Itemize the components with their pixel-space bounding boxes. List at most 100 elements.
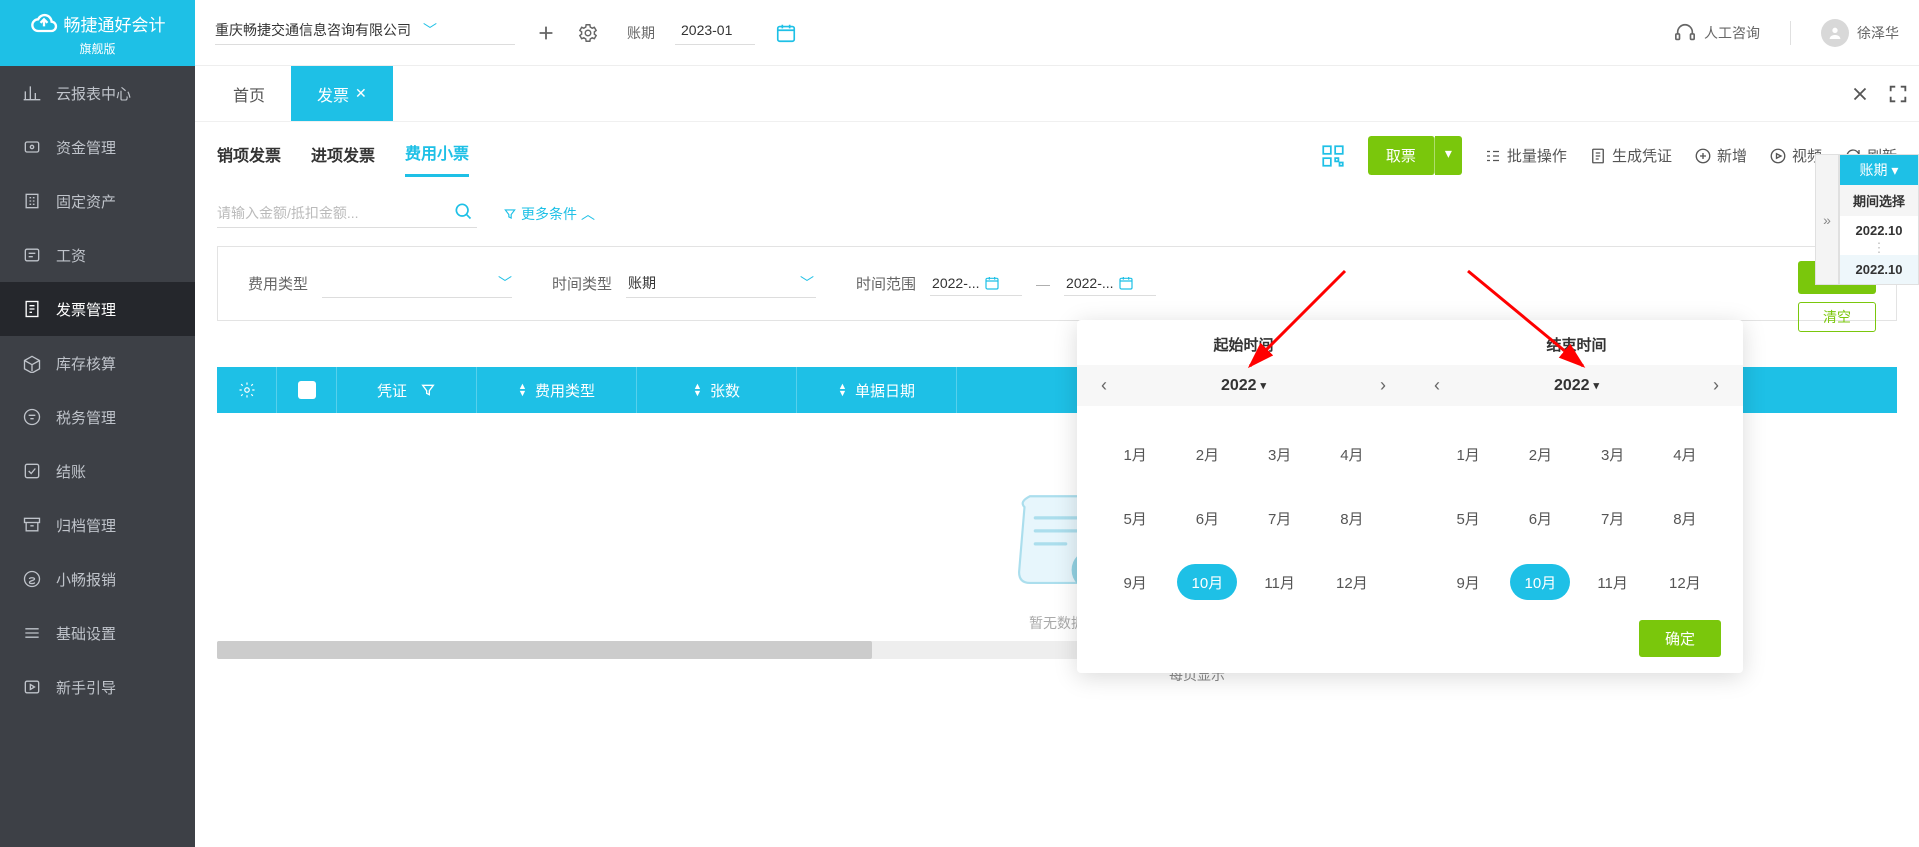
qrcode-icon[interactable] [1320, 143, 1346, 169]
more-filters-toggle[interactable]: 更多条件 ︿ [503, 204, 595, 224]
sub-tab[interactable]: 进项发票 [311, 142, 375, 176]
close-icon[interactable] [1849, 83, 1871, 105]
strip-collapse-button[interactable]: » [1815, 154, 1839, 285]
year-selector[interactable]: 2022▾ [1221, 377, 1266, 395]
chevron-down-icon[interactable]: ▾ [1435, 136, 1462, 175]
clear-button[interactable]: 清空 [1798, 302, 1876, 332]
month-option[interactable]: 4月 [1322, 436, 1382, 472]
close-icon[interactable]: ✕ [355, 85, 367, 102]
sidebar-item-archive[interactable]: 归档管理 [0, 498, 195, 552]
user-menu[interactable]: 徐泽华 [1821, 19, 1899, 47]
prev-year-button[interactable]: ‹ [1101, 375, 1107, 396]
date-column[interactable]: ▲▼ 单据日期 [797, 367, 957, 413]
prev-year-button[interactable]: ‹ [1434, 375, 1440, 396]
sidebar-item-invoice[interactable]: 发票管理 [0, 282, 195, 336]
consult-button[interactable]: 人工咨询 [1674, 22, 1760, 44]
sort-icon: ▲▼ [838, 383, 847, 397]
add-button[interactable]: 新增 [1694, 145, 1747, 166]
voucher-column[interactable]: 凭证 [337, 367, 477, 413]
search-icon[interactable] [453, 201, 473, 227]
month-option[interactable]: 7月 [1250, 500, 1310, 536]
tab[interactable]: 首页 [207, 66, 291, 121]
month-option[interactable]: 2月 [1510, 436, 1570, 472]
month-option[interactable]: 9月 [1438, 564, 1498, 600]
sidebar-item-building[interactable]: 固定资产 [0, 174, 195, 228]
month-option[interactable]: 5月 [1105, 500, 1165, 536]
gen-voucher-button[interactable]: 生成凭证 [1589, 145, 1672, 166]
time-range-label: 时间范围 [856, 273, 916, 294]
sidebar-item-stock[interactable]: 库存核算 [0, 336, 195, 390]
sidebar-item-label: 工资 [56, 245, 86, 266]
sidebar-item-close-book[interactable]: 结账 [0, 444, 195, 498]
fullscreen-icon[interactable] [1887, 83, 1909, 105]
calendar-icon[interactable] [775, 22, 797, 44]
next-year-button[interactable]: › [1380, 375, 1386, 396]
sort-icon: ▲▼ [518, 383, 527, 397]
month-option[interactable]: 1月 [1105, 436, 1165, 472]
chevron-up-icon: ︿ [581, 204, 595, 224]
year-selector[interactable]: 2022▾ [1554, 377, 1599, 395]
plus-circle-icon [1694, 147, 1712, 165]
consult-label: 人工咨询 [1704, 23, 1760, 43]
next-year-button[interactable]: › [1713, 375, 1719, 396]
horizontal-scrollbar[interactable] [217, 641, 1225, 659]
fetch-invoice-button[interactable]: 取票 ▾ [1368, 136, 1462, 175]
month-option[interactable]: 3月 [1583, 436, 1643, 472]
month-option[interactable]: 8月 [1322, 500, 1382, 536]
month-option[interactable]: 3月 [1250, 436, 1310, 472]
sidebar-item-money[interactable]: 资金管理 [0, 120, 195, 174]
confirm-button[interactable]: 确定 [1639, 620, 1721, 657]
company-selector[interactable]: 重庆畅捷交通信息咨询有限公司 ﹀ [215, 20, 515, 45]
end-title: 结束时间 [1410, 320, 1743, 365]
month-option[interactable]: 10月 [1177, 564, 1237, 600]
month-option[interactable]: 10月 [1510, 564, 1570, 600]
settings-column[interactable] [217, 367, 277, 413]
plus-icon[interactable] [535, 22, 557, 44]
search-row: 更多条件 ︿ [217, 199, 1897, 228]
sidebar-item-salary[interactable]: 工资 [0, 228, 195, 282]
calendar-icon [984, 275, 1000, 291]
sub-tab[interactable]: 销项发票 [217, 142, 281, 176]
checkbox[interactable] [298, 381, 316, 399]
sidebar-item-guide[interactable]: 新手引导 [0, 660, 195, 714]
date-from-input[interactable]: 2022-... [930, 271, 1022, 296]
month-option[interactable]: 4月 [1655, 436, 1715, 472]
checkbox-column[interactable] [277, 367, 337, 413]
time-type-select[interactable]: 账期 ﹀ [626, 269, 816, 298]
month-option[interactable]: 11月 [1583, 564, 1643, 600]
count-column[interactable]: ▲▼ 张数 [637, 367, 797, 413]
tab[interactable]: 发票✕ [291, 66, 393, 121]
strip-head[interactable]: 账期 ▾ [1840, 155, 1918, 185]
month-option[interactable]: 7月 [1583, 500, 1643, 536]
building-icon [22, 191, 42, 211]
period-option[interactable]: 2022.10 [1840, 255, 1918, 284]
user-name: 徐泽华 [1857, 23, 1899, 43]
sidebar-item-chart[interactable]: 云报表中心 [0, 66, 195, 120]
date-to-input[interactable]: 2022-... [1064, 271, 1156, 296]
tax-icon [22, 407, 42, 427]
month-option[interactable]: 11月 [1250, 564, 1310, 600]
sidebar-item-label: 发票管理 [56, 299, 116, 320]
sidebar-item-tax[interactable]: 税务管理 [0, 390, 195, 444]
month-option[interactable]: 12月 [1655, 564, 1715, 600]
gear-icon[interactable] [577, 22, 599, 44]
search-input[interactable] [217, 199, 477, 228]
month-option[interactable]: 6月 [1510, 500, 1570, 536]
expense-type-select[interactable]: ﹀ [322, 269, 512, 298]
month-option[interactable]: 5月 [1438, 500, 1498, 536]
sidebar-item-reimburse[interactable]: 小畅报销 [0, 552, 195, 606]
expense-type-column[interactable]: ▲▼ 费用类型 [477, 367, 637, 413]
batch-ops-button[interactable]: 批量操作 [1484, 145, 1567, 166]
month-option[interactable]: 2月 [1177, 436, 1237, 472]
sidebar-item-label: 资金管理 [56, 137, 116, 158]
month-option[interactable]: 8月 [1655, 500, 1715, 536]
month-option[interactable]: 12月 [1322, 564, 1382, 600]
sidebar-item-label: 库存核算 [56, 353, 116, 374]
sidebar-item-settings[interactable]: 基础设置 [0, 606, 195, 660]
month-option[interactable]: 6月 [1177, 500, 1237, 536]
month-option[interactable]: 9月 [1105, 564, 1165, 600]
scrollbar-thumb[interactable] [217, 641, 872, 659]
month-option[interactable]: 1月 [1438, 436, 1498, 472]
sub-tab[interactable]: 费用小票 [405, 140, 469, 177]
period-value[interactable]: 2023-01 [675, 20, 755, 45]
